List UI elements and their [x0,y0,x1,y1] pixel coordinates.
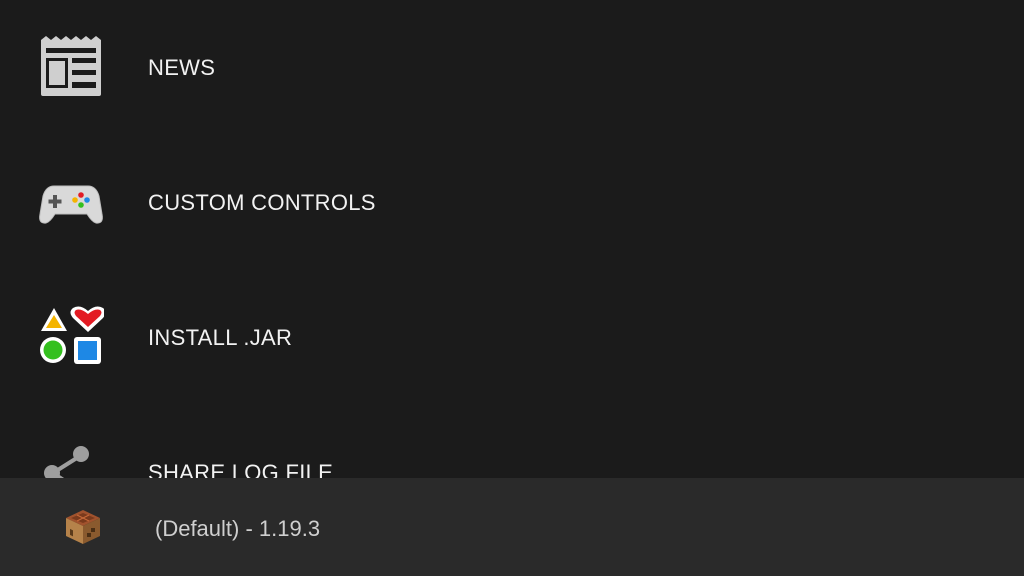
profile-selector[interactable]: (Default) - 1.19.3 [0,478,1024,576]
menu-item-news[interactable]: NEWS [0,0,1024,135]
menu-item-share-log-file[interactable]: SHARE LOG FILE [0,405,1024,478]
menu-item-share-log-file-label: SHARE LOG FILE [148,460,334,478]
newspaper-icon [38,34,104,100]
shapes-icon [38,304,104,370]
menu-item-custom-controls[interactable]: CUSTOM CONTROLS [0,135,1024,270]
profile-version-label: (Default) - 1.19.3 [155,516,321,541]
gamepad-icon [38,170,104,236]
share-icon [38,439,104,478]
launcher-menu: NEWS CUSTOM CONTROLS INSTALL .JAR SHARE … [0,0,1024,478]
menu-item-news-label: NEWS [148,55,216,80]
menu-item-install-jar[interactable]: INSTALL .JAR [0,270,1024,405]
menu-item-install-jar-label: INSTALL .JAR [148,325,293,350]
menu-item-custom-controls-label: CUSTOM CONTROLS [148,190,376,215]
crafting-table-icon [64,508,102,546]
